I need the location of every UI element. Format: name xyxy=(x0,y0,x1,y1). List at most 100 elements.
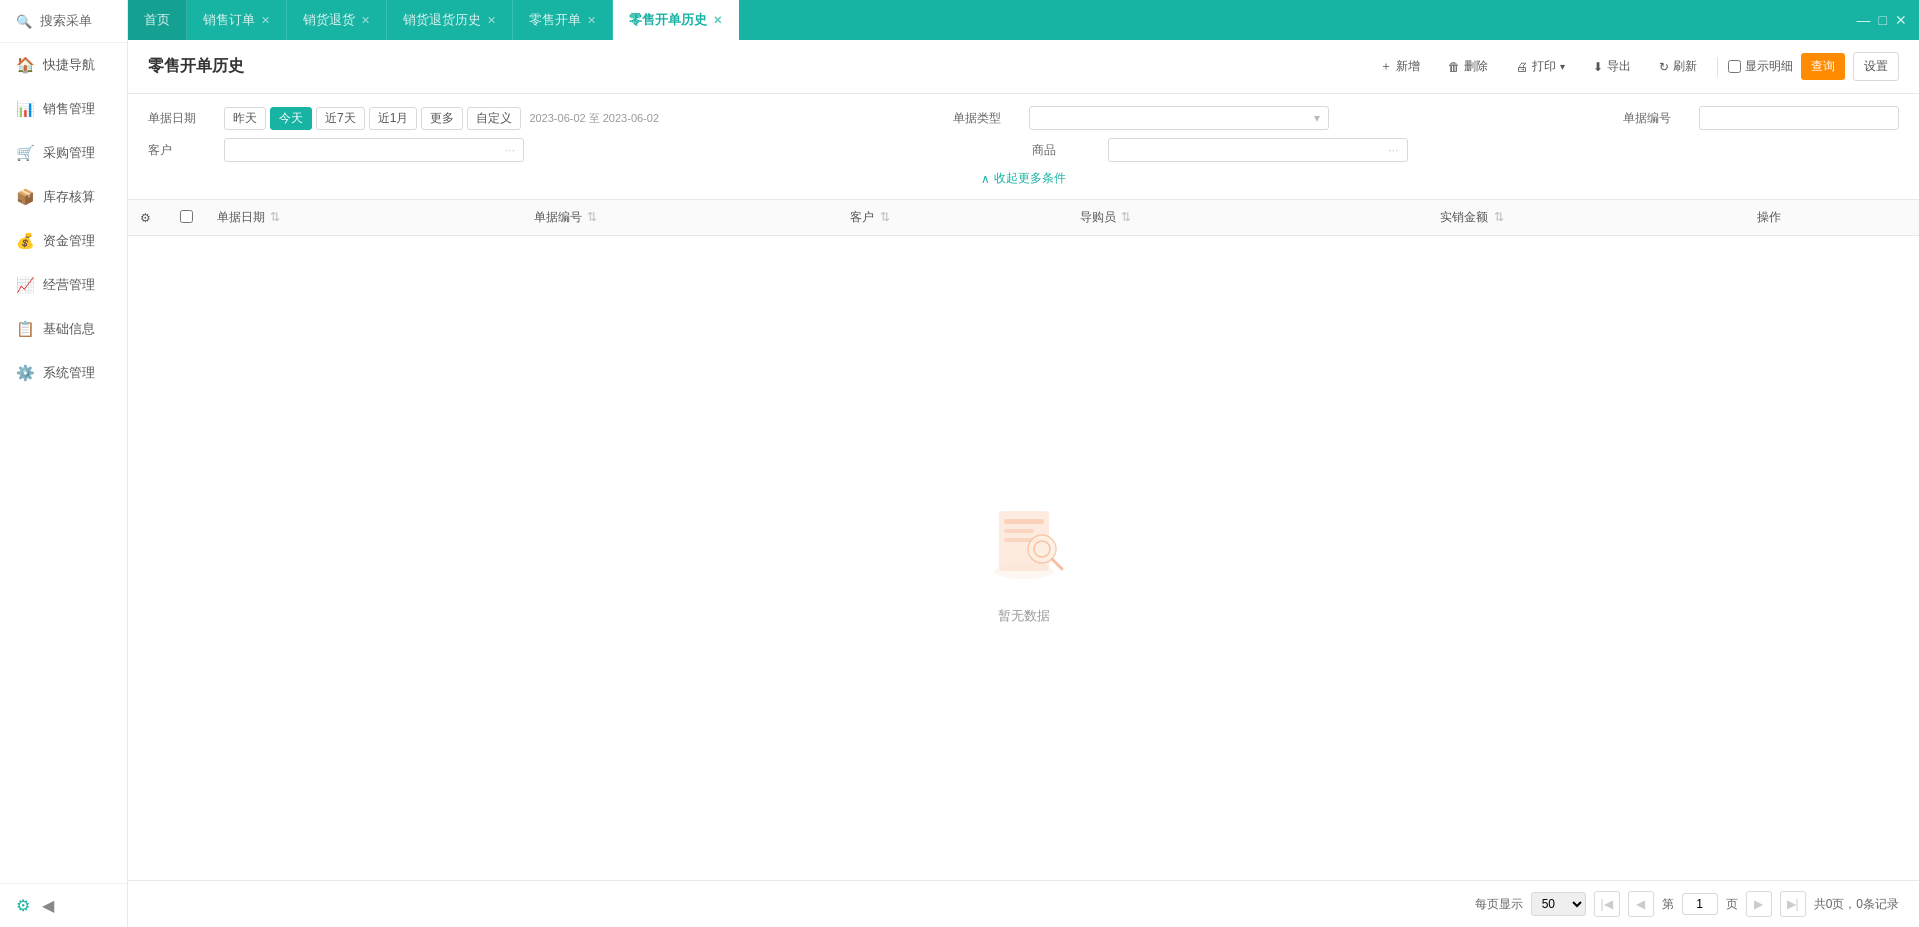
customer-col-label: 客户 xyxy=(850,210,874,224)
sidebar-item-quick-nav[interactable]: 🏠 快捷导航 xyxy=(0,43,127,87)
tab-sales-order-close[interactable]: ✕ xyxy=(261,14,270,27)
sidebar-item-label: 基础信息 xyxy=(43,320,95,338)
checkbox-col-header xyxy=(168,200,205,236)
table-settings-icon[interactable]: ⚙ xyxy=(140,211,151,225)
display-detail-toggle[interactable]: 显示明细 xyxy=(1728,58,1793,75)
type-filter-label: 单据类型 xyxy=(953,110,1013,127)
refresh-label: 刷新 xyxy=(1673,58,1697,75)
guide-sort-icon[interactable]: ⇅ xyxy=(1121,210,1131,224)
tab-retail-open-history-close[interactable]: ✕ xyxy=(713,14,722,27)
sidebar-item-finance[interactable]: 💰 资金管理 xyxy=(0,219,127,263)
sidebar-footer: ⚙ ◀ xyxy=(0,883,127,927)
customer-filter-label: 客户 xyxy=(148,142,208,159)
sys-icon: ⚙️ xyxy=(16,364,35,382)
tab-sales-return-history[interactable]: 销货退货历史 ✕ xyxy=(387,0,513,40)
sidebar-item-sales-mgmt[interactable]: 📊 销售管理 xyxy=(0,87,127,131)
sidebar-item-basic-info[interactable]: 📋 基础信息 xyxy=(0,307,127,351)
date-yesterday-btn[interactable]: 昨天 xyxy=(224,107,266,130)
settings-icon[interactable]: ⚙ xyxy=(16,896,30,915)
tab-sales-return[interactable]: 销货退货 ✕ xyxy=(287,0,387,40)
print-label: 打印 xyxy=(1532,58,1556,75)
date-more-btn[interactable]: 更多 xyxy=(421,107,463,130)
tab-sales-return-history-close[interactable]: ✕ xyxy=(487,14,496,27)
tab-sales-return-close[interactable]: ✕ xyxy=(361,14,370,27)
filter-row-date: 单据日期 昨天 今天 近7天 近1月 更多 自定义 2023-06-02 至 2… xyxy=(148,106,1899,130)
tab-retail-open-close[interactable]: ✕ xyxy=(587,14,596,27)
maximize-btn[interactable]: □ xyxy=(1879,12,1887,28)
close-btn[interactable]: ✕ xyxy=(1895,12,1907,28)
filter-area: 单据日期 昨天 今天 近7天 近1月 更多 自定义 2023-06-02 至 2… xyxy=(128,94,1919,200)
settings-button[interactable]: 设置 xyxy=(1853,52,1899,81)
tab-retail-open-history[interactable]: 零售开单历史 ✕ xyxy=(613,0,739,40)
date-today-btn[interactable]: 今天 xyxy=(270,107,312,130)
print-button[interactable]: 🖨 打印 ▾ xyxy=(1506,53,1575,80)
collapse-filter-button[interactable]: ∧ 收起更多条件 xyxy=(148,170,1899,187)
print-dropdown-icon: ▾ xyxy=(1560,61,1565,72)
sidebar-search-label: 搜索采单 xyxy=(40,12,92,30)
prev-page-btn[interactable]: ◀ xyxy=(1628,891,1654,917)
date-last7-btn[interactable]: 近7天 xyxy=(316,107,365,130)
tab-home[interactable]: 首页 xyxy=(128,0,187,40)
refresh-button[interactable]: ↻ 刷新 xyxy=(1649,53,1707,80)
print-icon: 🖨 xyxy=(1516,60,1528,74)
first-page-btn[interactable]: |◀ xyxy=(1594,891,1620,917)
number-sort-icon[interactable]: ⇅ xyxy=(587,210,597,224)
guide-col-header: 导购员 ⇅ xyxy=(1068,200,1341,236)
inventory-icon: 📦 xyxy=(16,188,35,206)
finance-icon: 💰 xyxy=(16,232,35,250)
sidebar-item-purchase-mgmt[interactable]: 🛒 采购管理 xyxy=(0,131,127,175)
home-icon: 🏠 xyxy=(16,56,35,74)
date-filter-label: 单据日期 xyxy=(148,110,208,127)
tab-retail-open-label: 零售开单 xyxy=(529,11,581,29)
goods-filter-label: 商品 xyxy=(1032,142,1092,159)
goods-filter-input[interactable]: ··· xyxy=(1108,138,1408,162)
date-custom-btn[interactable]: 自定义 xyxy=(467,107,521,130)
content-area: 零售开单历史 ＋ 新增 🗑 删除 🖨 打印 ▾ ⬇ 导出 xyxy=(128,40,1919,927)
select-all-checkbox[interactable] xyxy=(180,210,193,223)
sidebar-item-inventory[interactable]: 📦 库存核算 xyxy=(0,175,127,219)
page-number-input[interactable]: 1 xyxy=(1682,893,1718,915)
sidebar-item-label: 快捷导航 xyxy=(43,56,95,74)
collapse-arrow-icon: ∧ xyxy=(981,172,990,186)
sidebar-menu: 🏠 快捷导航 📊 销售管理 🛒 采购管理 📦 库存核算 💰 资金管理 📈 经营管… xyxy=(0,43,127,883)
minimize-btn[interactable]: — xyxy=(1857,12,1871,28)
add-icon: ＋ xyxy=(1380,58,1392,75)
table-area: ⚙ 单据日期 ⇅ 单据编号 ⇅ xyxy=(128,200,1919,880)
type-filter-select[interactable]: ▾ xyxy=(1029,106,1329,130)
sidebar-search[interactable]: 🔍 搜索采单 xyxy=(0,0,127,43)
amount-sort-icon[interactable]: ⇅ xyxy=(1494,210,1504,224)
operations-icon: 📈 xyxy=(16,276,35,294)
tab-sales-order[interactable]: 销售订单 ✕ xyxy=(187,0,287,40)
amount-col-header: 实销金额 ⇅ xyxy=(1428,200,1745,236)
toolbar-separator xyxy=(1717,57,1718,77)
date-sort-icon[interactable]: ⇅ xyxy=(270,210,280,224)
display-detail-checkbox[interactable] xyxy=(1728,60,1741,73)
pagination-bar: 每页显示 50 10 20 100 |◀ ◀ 第 1 页 ▶ ▶| 共0页，0条… xyxy=(128,880,1919,927)
number-filter-input[interactable] xyxy=(1699,106,1899,130)
query-button[interactable]: 查询 xyxy=(1801,53,1845,80)
add-button[interactable]: ＋ 新增 xyxy=(1370,53,1430,80)
customer-filter-input[interactable]: ··· xyxy=(224,138,524,162)
last-page-btn[interactable]: ▶| xyxy=(1780,891,1806,917)
total-info: 共0页，0条记录 xyxy=(1814,896,1899,913)
number-col-header: 单据编号 ⇅ xyxy=(522,200,839,236)
sidebar-item-label: 资金管理 xyxy=(43,232,95,250)
action-col-label: 操作 xyxy=(1757,210,1781,224)
tab-retail-open-history-label: 零售开单历史 xyxy=(629,11,707,29)
per-page-select[interactable]: 50 10 20 100 xyxy=(1531,892,1586,916)
date-last1m-btn[interactable]: 近1月 xyxy=(369,107,418,130)
sidebar-item-operations[interactable]: 📈 经营管理 xyxy=(0,263,127,307)
customer-sort-icon[interactable]: ⇅ xyxy=(880,210,890,224)
export-button[interactable]: ⬇ 导出 xyxy=(1583,53,1641,80)
empty-text: 暂无数据 xyxy=(998,607,1050,625)
delete-button[interactable]: 🗑 删除 xyxy=(1438,53,1498,80)
number-filter-label: 单据编号 xyxy=(1623,110,1683,127)
svg-rect-2 xyxy=(1004,519,1044,524)
sidebar-item-sys-mgmt[interactable]: ⚙️ 系统管理 xyxy=(0,351,127,395)
sidebar-item-label: 采购管理 xyxy=(43,144,95,162)
page-label-before: 第 xyxy=(1662,896,1674,913)
search-icon: 🔍 xyxy=(16,14,32,29)
tab-retail-open[interactable]: 零售开单 ✕ xyxy=(513,0,613,40)
next-page-btn[interactable]: ▶ xyxy=(1746,891,1772,917)
collapse-sidebar-icon[interactable]: ◀ xyxy=(42,896,54,915)
